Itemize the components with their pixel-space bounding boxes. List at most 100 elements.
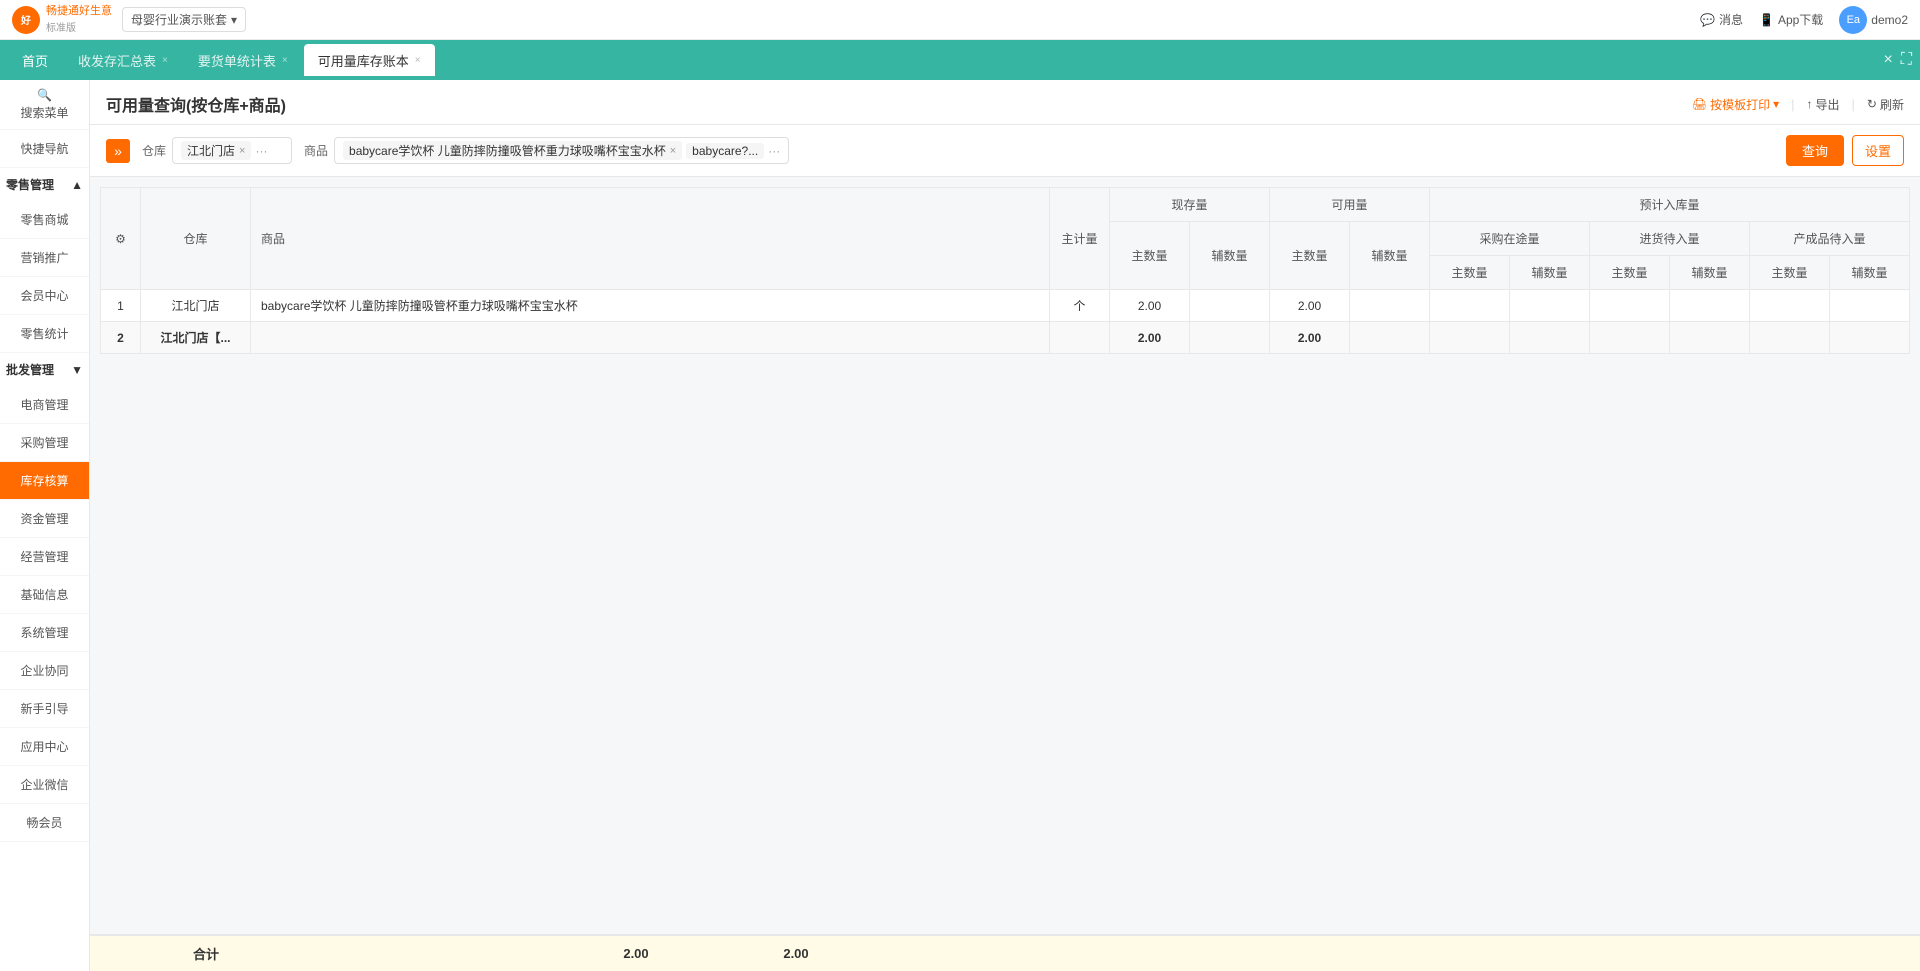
sidebar-item-retail-mgmt[interactable]: 零售管理 ▲: [0, 168, 89, 201]
table-footer: 合计 2.00 2.00: [90, 934, 1920, 971]
table-row: 1 江北门店 babycare学饮杯 儿童防摔防撞吸管杯重力球吸嘴杯宝宝水杯 个…: [101, 290, 1910, 322]
fullscreen-btn[interactable]: ⛶: [1901, 51, 1912, 69]
tab-home[interactable]: 首页: [8, 44, 62, 76]
row2-warehouse: 江北门店【...: [141, 322, 251, 354]
basic-info-label: 基础信息: [20, 586, 68, 603]
collapse-icon: ▲: [71, 178, 83, 192]
row2-pending-aux: [1670, 322, 1750, 354]
th-warehouse: 仓库: [141, 188, 251, 290]
row1-purchase-aux: [1510, 290, 1590, 322]
footer-label: 合计: [146, 944, 256, 963]
warehouse-ellipsis[interactable]: ···: [255, 144, 267, 158]
table-row: 2 江北门店【... 2.00 2.00: [101, 322, 1910, 354]
product-tag1-remove[interactable]: ×: [670, 145, 676, 157]
row2-product: [251, 322, 1050, 354]
filter-actions: 查询 设置: [1786, 135, 1904, 166]
th-avail-main: 主数量: [1270, 222, 1350, 290]
warehouse-tag-remove[interactable]: ×: [239, 145, 245, 157]
sidebar-item-enterprise-wechat[interactable]: 企业微信: [0, 766, 89, 804]
brand-sub: 标准版: [46, 19, 112, 34]
product-filter-group: 商品 babycare学饮杯 儿童防摔防撞吸管杯重力球吸嘴杯宝宝水杯 × bab…: [304, 137, 789, 164]
tab-order-stats[interactable]: 要货单统计表 ×: [184, 44, 302, 76]
sidebar-item-app-center[interactable]: 应用中心: [0, 728, 89, 766]
chevron-down-icon2: ▾: [1773, 97, 1779, 111]
query-button[interactable]: 查询: [1786, 135, 1844, 166]
sidebar-item-retail-mall[interactable]: 零售商城: [0, 201, 89, 239]
divider2: |: [1852, 97, 1855, 112]
warehouse-filter-input[interactable]: 江北门店 × ···: [172, 137, 292, 164]
divider1: |: [1791, 97, 1794, 112]
th-purchase-in-transit: 采购在途量: [1430, 222, 1590, 256]
brand-info: 畅捷通好生意 标准版: [46, 5, 112, 33]
member-vip-label: 畅会员: [26, 814, 62, 831]
export-label: 导出: [1816, 96, 1840, 113]
app-download-btn[interactable]: 📱 App下载: [1759, 11, 1823, 28]
tab-available-stock-close[interactable]: ×: [415, 55, 421, 66]
th-product: 商品: [251, 188, 1050, 290]
filter-bar: » 仓库 江北门店 × ··· 商品 babycare学饮杯 儿童防摔防撞吸管杯…: [90, 125, 1920, 177]
sidebar-item-inventory-check[interactable]: 库存核算: [0, 462, 89, 500]
sidebar-item-wholesale-mgmt[interactable]: 批发管理 ▼: [0, 353, 89, 386]
sidebar-item-purchase-mgmt[interactable]: 采购管理: [0, 424, 89, 462]
row1-warehouse: 江北门店: [141, 290, 251, 322]
sidebar-item-quick-nav[interactable]: 快捷导航: [0, 130, 89, 168]
product-tag2: babycare?...: [686, 143, 764, 159]
th-purchase-pending: 进货待入量: [1590, 222, 1750, 256]
sidebar-item-ecommerce[interactable]: 电商管理: [0, 386, 89, 424]
close-all-tabs-btn[interactable]: ×: [1883, 51, 1892, 69]
retail-mgmt-label: 零售管理: [6, 176, 54, 193]
content-area: 可用量查询(按仓库+商品) 🖨 按模板打印 ▾ | ↑ 导出 | ↻ 刷新: [90, 80, 1920, 971]
message-icon: 💬: [1700, 13, 1715, 27]
sidebar-item-system-mgmt[interactable]: 系统管理: [0, 614, 89, 652]
th-unit: 主计量: [1050, 188, 1110, 290]
inventory-check-label: 库存核算: [20, 472, 68, 489]
user-menu[interactable]: Ea demo2: [1839, 6, 1908, 34]
product-ellipsis[interactable]: ···: [768, 144, 780, 158]
export-icon: ↑: [1807, 97, 1813, 111]
message-label: 消息: [1719, 11, 1743, 28]
sidebar-item-member-vip[interactable]: 畅会员: [0, 804, 89, 842]
refresh-btn[interactable]: ↻ 刷新: [1867, 96, 1904, 113]
data-table: ⚙ 仓库 商品 主计量 现存量 可用量 预计入库量 主数量 辅数量 主数量 辅数…: [100, 187, 1910, 354]
top-bar-right: 💬 消息 📱 App下载 Ea demo2: [1700, 6, 1908, 34]
sidebar-item-basic-info[interactable]: 基础信息: [0, 576, 89, 614]
row2-stock-aux: [1190, 322, 1270, 354]
sidebar-item-member-center[interactable]: 会员中心: [0, 277, 89, 315]
settings-button[interactable]: 设置: [1852, 135, 1904, 166]
message-btn[interactable]: 💬 消息: [1700, 11, 1743, 28]
tab-income-summary-close[interactable]: ×: [162, 55, 168, 66]
th-planned-inbound: 预计入库量: [1430, 188, 1910, 222]
table-container[interactable]: ⚙ 仓库 商品 主计量 现存量 可用量 预计入库量 主数量 辅数量 主数量 辅数…: [90, 177, 1920, 934]
main-layout: 🔍 搜索菜单 快捷导航 零售管理 ▲ 零售商城 营销推广 会员中心 零售统计 批…: [0, 80, 1920, 971]
sidebar-item-finance-mgmt[interactable]: 资金管理: [0, 500, 89, 538]
th-settings-icon[interactable]: ⚙: [101, 188, 141, 290]
filter-expand-btn[interactable]: »: [106, 139, 130, 163]
tab-available-stock[interactable]: 可用量库存账本 ×: [304, 44, 435, 76]
th-production-pending: 产成品待入量: [1750, 222, 1910, 256]
sidebar-item-operations-mgmt[interactable]: 经营管理: [0, 538, 89, 576]
app-center-label: 应用中心: [20, 738, 68, 755]
sidebar-item-marketing[interactable]: 营销推广: [0, 239, 89, 277]
row2-prod-main: [1750, 322, 1830, 354]
app-download-label: App下载: [1778, 11, 1823, 28]
sidebar-item-search[interactable]: 🔍 搜索菜单: [0, 80, 89, 130]
tab-order-stats-close[interactable]: ×: [282, 55, 288, 66]
page-title: 可用量查询(按仓库+商品): [106, 92, 286, 116]
row2-avail-aux: [1350, 322, 1430, 354]
tab-income-summary[interactable]: 收发存汇总表 ×: [64, 44, 182, 76]
retail-mall-label: 零售商城: [20, 211, 68, 228]
th-pending-main: 主数量: [1590, 256, 1670, 290]
template-print-btn[interactable]: 🖨 按模板打印 ▾: [1692, 96, 1779, 113]
sidebar-item-enterprise-collab[interactable]: 企业协同: [0, 652, 89, 690]
refresh-icon: ↻: [1867, 97, 1877, 111]
template-print-label: 按模板打印: [1710, 96, 1770, 113]
industry-select[interactable]: 母婴行业演示账套 ▾: [122, 7, 246, 32]
printer-icon: 🖨: [1692, 97, 1707, 111]
brand-logo: 好: [12, 6, 40, 34]
industry-label: 母婴行业演示账套: [131, 11, 227, 28]
row1-stock-aux: [1190, 290, 1270, 322]
export-btn[interactable]: ↑ 导出: [1807, 96, 1840, 113]
sidebar-item-new-guide[interactable]: 新手引导: [0, 690, 89, 728]
product-filter-input[interactable]: babycare学饮杯 儿童防摔防撞吸管杯重力球吸嘴杯宝宝水杯 × babyca…: [334, 137, 789, 164]
sidebar-item-retail-stats[interactable]: 零售统计: [0, 315, 89, 353]
